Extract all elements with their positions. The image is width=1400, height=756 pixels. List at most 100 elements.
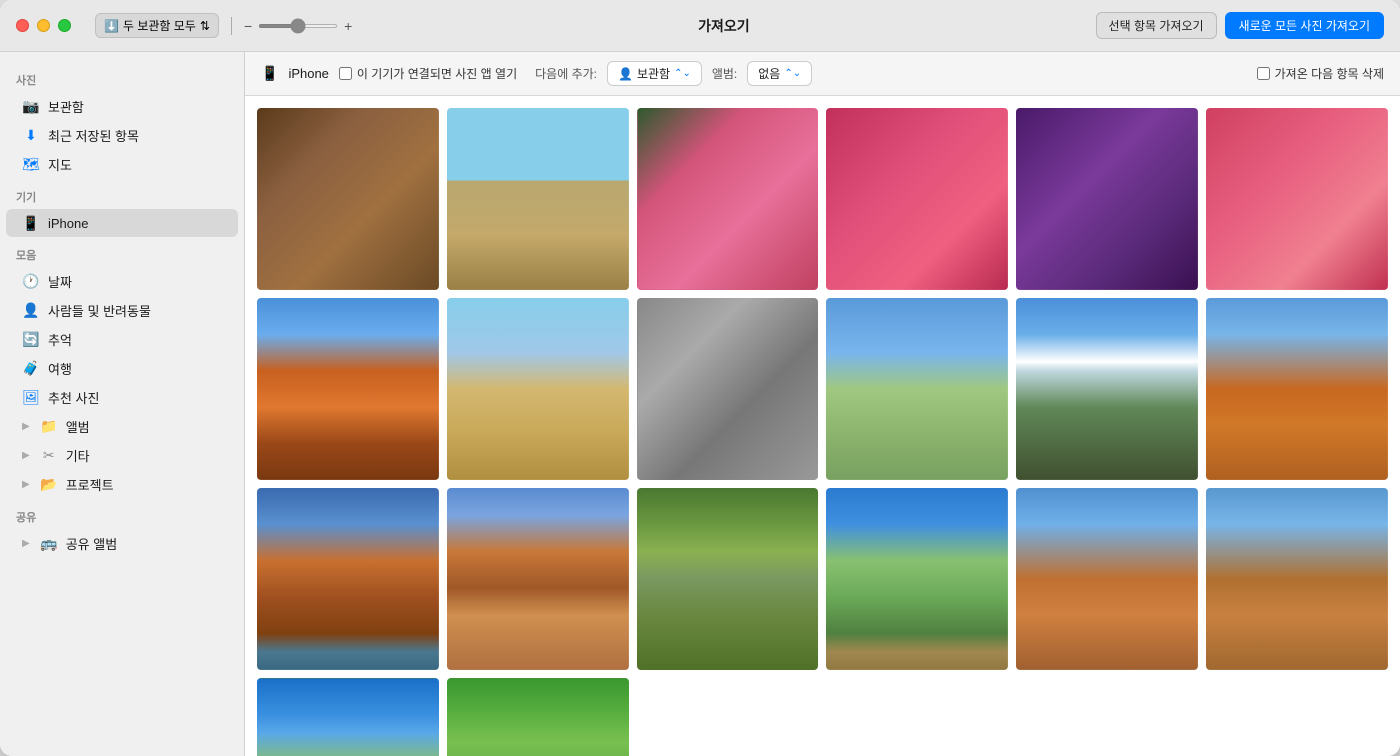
people-icon: 👤 [22, 302, 40, 320]
section-label-photos: 사진 [0, 62, 244, 92]
photo-item[interactable] [826, 108, 1008, 290]
photo-item[interactable] [1206, 298, 1388, 480]
photo-item[interactable] [257, 488, 439, 670]
divider [231, 17, 232, 35]
sidebar-item-label: 추억 [48, 330, 72, 349]
photo-thumbnail [826, 488, 1008, 670]
sidebar-item-projects[interactable]: ▶ 📂 프로젝트 [6, 470, 238, 499]
sidebar-item-label: 앨범 [66, 417, 90, 436]
album-dropdown-arrow-icon: ⌃⌄ [784, 68, 801, 79]
photo-grid-container[interactable] [245, 96, 1400, 756]
expand-icon: ▶ [22, 479, 30, 490]
open-app-checkbox[interactable] [339, 67, 352, 80]
new-import-button[interactable]: 새로운 모든 사진 가져오기 [1225, 12, 1384, 39]
photo-item[interactable] [447, 298, 629, 480]
other-icon: ✂ [40, 447, 58, 465]
sidebar-item-map[interactable]: 🗺 지도 [6, 150, 238, 179]
titlebar: ⬇️ 두 보관함 모두 ⇅ − + 가져오기 선택 항목 가져오기 새로운 모든… [0, 0, 1400, 52]
sidebar-item-shared-albums[interactable]: ▶ 🚌 공유 앨범 [6, 529, 238, 558]
photo-thumbnail [1016, 108, 1198, 290]
section-label-collections: 모음 [0, 237, 244, 267]
travel-icon: 🧳 [22, 360, 40, 378]
memories-icon: 🔄 [22, 331, 40, 349]
photo-item[interactable] [447, 108, 629, 290]
photo-item[interactable] [1206, 108, 1388, 290]
dates-icon: 🕐 [22, 273, 40, 291]
shared-albums-icon: 🚌 [40, 535, 58, 553]
minimize-button[interactable] [37, 19, 50, 32]
library-icon: 📷 [22, 98, 40, 116]
photo-thumbnail [447, 678, 629, 756]
zoom-out-label: − [244, 18, 252, 34]
album-dropdown[interactable]: 없음 ⌃⌄ [747, 61, 812, 86]
photo-item[interactable] [637, 298, 819, 480]
photo-thumbnail [1016, 488, 1198, 670]
section-label-devices: 기기 [0, 179, 244, 209]
photo-item[interactable] [1206, 488, 1388, 670]
photo-item[interactable] [637, 108, 819, 290]
albums-icon: 📁 [40, 418, 58, 436]
sidebar-item-dates[interactable]: 🕐 날짜 [6, 267, 238, 296]
sidebar-section-devices: 기기 📱 iPhone [0, 179, 244, 237]
sidebar-item-label: 최근 저장된 항목 [48, 126, 139, 145]
sidebar-item-memories[interactable]: 🔄 추억 [6, 325, 238, 354]
recent-icon: ⬇ [22, 127, 40, 145]
photo-thumbnail [447, 488, 629, 670]
device-small-icon: 📱 [261, 65, 278, 82]
dropdown-arrow-icon: ⌃⌄ [674, 68, 691, 79]
photo-thumbnail [1016, 298, 1198, 480]
sidebar-item-library[interactable]: 📷 보관함 [6, 92, 238, 121]
map-icon: 🗺 [22, 156, 40, 174]
sub-toolbar-right: 가져온 다음 항목 삭제 [1257, 65, 1384, 82]
photo-item[interactable] [637, 488, 819, 670]
sidebar-item-featured[interactable]: 🖼 추천 사진 [6, 383, 238, 412]
sidebar-item-people[interactable]: 👤 사람들 및 반려동물 [6, 296, 238, 325]
fullscreen-button[interactable] [58, 19, 71, 32]
photo-item[interactable] [257, 298, 439, 480]
zoom-in-label: + [344, 18, 352, 34]
sidebar-item-label: 지도 [48, 155, 72, 174]
open-app-checkbox-label[interactable]: 이 기기가 연결되면 사진 앱 열기 [339, 65, 517, 82]
open-app-label: 이 기기가 연결되면 사진 앱 열기 [357, 65, 517, 82]
photo-item[interactable] [1016, 108, 1198, 290]
photo-thumbnail [1206, 298, 1388, 480]
photo-item[interactable] [826, 298, 1008, 480]
sidebar-item-iphone[interactable]: 📱 iPhone [6, 209, 238, 237]
sidebar-section-sharing: 공유 ▶ 🚌 공유 앨범 [0, 499, 244, 558]
sidebar-item-travel[interactable]: 🧳 여행 [6, 354, 238, 383]
photo-thumbnail [257, 298, 439, 480]
sidebar-item-label: 보관함 [48, 97, 84, 116]
close-button[interactable] [16, 19, 29, 32]
photo-item[interactable] [257, 108, 439, 290]
delete-after-import-checkbox[interactable] [1257, 67, 1270, 80]
photo-item[interactable] [1016, 488, 1198, 670]
import-all-label: 두 보관함 모두 [123, 17, 196, 34]
photo-item[interactable] [826, 488, 1008, 670]
photo-thumbnail [637, 488, 819, 670]
sidebar-item-recent[interactable]: ⬇ 최근 저장된 항목 [6, 121, 238, 150]
sidebar-item-label: 여행 [48, 359, 72, 378]
sidebar-item-other[interactable]: ▶ ✂ 기타 [6, 441, 238, 470]
sidebar-item-label: 추천 사진 [48, 388, 99, 407]
sidebar-item-label: 날짜 [48, 272, 72, 291]
delete-label: 가져온 다음 항목 삭제 [1275, 65, 1384, 82]
album-prefix-label: 앨범: [712, 65, 737, 82]
photo-thumbnail [257, 108, 439, 290]
select-import-button[interactable]: 선택 항목 가져오기 [1096, 12, 1217, 39]
photo-item[interactable] [447, 678, 629, 756]
import-all-button[interactable]: ⬇️ 두 보관함 모두 ⇅ [95, 13, 219, 38]
sub-toolbar: 📱 iPhone 이 기기가 연결되면 사진 앱 열기 다음에 추가: 👤 보관… [245, 52, 1400, 96]
sidebar-item-label: 공유 앨범 [66, 534, 117, 553]
sidebar-item-albums[interactable]: ▶ 📁 앨범 [6, 412, 238, 441]
photo-item[interactable] [447, 488, 629, 670]
window-title: 가져오기 [364, 16, 1083, 36]
expand-icon: ▶ [22, 421, 30, 432]
photo-thumbnail [826, 298, 1008, 480]
delete-after-import-label[interactable]: 가져온 다음 항목 삭제 [1257, 65, 1384, 82]
photo-item[interactable] [257, 678, 439, 756]
photo-thumbnail [257, 678, 439, 756]
library-dropdown[interactable]: 👤 보관함 ⌃⌄ [607, 61, 702, 86]
photo-item[interactable] [1016, 298, 1198, 480]
section-label-sharing: 공유 [0, 499, 244, 529]
zoom-slider[interactable] [258, 24, 338, 28]
